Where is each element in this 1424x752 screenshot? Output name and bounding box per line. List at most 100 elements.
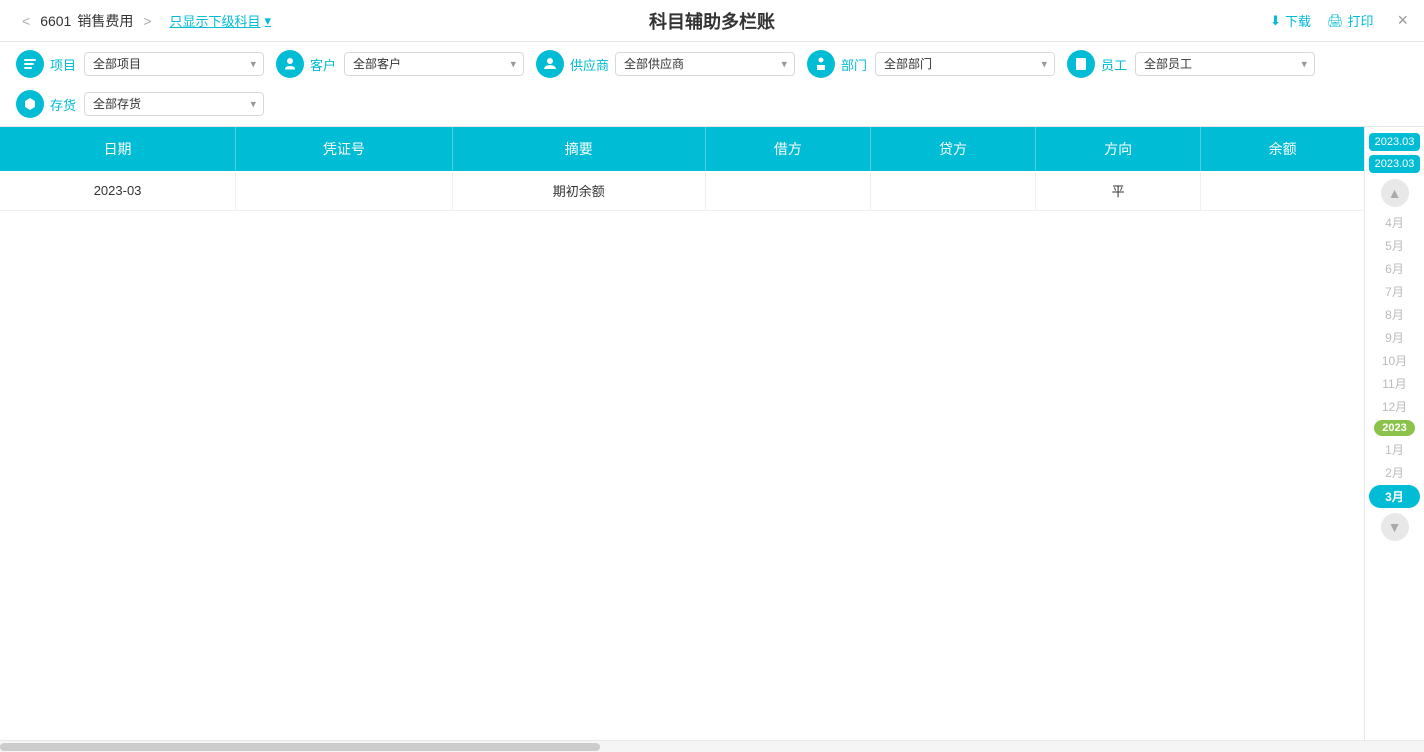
supplier-select-wrapper: 全部供应商 bbox=[615, 52, 795, 76]
account-code-name: 销售费用 bbox=[77, 11, 133, 31]
customer-select-wrapper: 全部客户 bbox=[344, 52, 524, 76]
employee-icon bbox=[1067, 50, 1095, 78]
month-2-label: 2月 bbox=[1385, 464, 1404, 481]
customer-label: 客户 bbox=[310, 55, 338, 74]
print-icon: 🖨 bbox=[1327, 13, 1344, 29]
main-window: < 6601 销售费用 > 只显示下级科目 ▾ 科目辅助多栏账 ⬇ 下载 🖨 打… bbox=[0, 0, 1424, 752]
cell-direction: 平 bbox=[1036, 171, 1201, 211]
timeline-item-2023-03-top2[interactable]: 2023.03 bbox=[1369, 155, 1420, 173]
timeline-11month[interactable]: 11月 bbox=[1365, 372, 1424, 395]
table-area: 日期 凭证号 摘要 借方 贷方 方向 余额 2023-03 期初余额 bbox=[0, 127, 1424, 740]
month-3-label: 3月 bbox=[1385, 488, 1404, 505]
project-select-wrapper: 全部项目 bbox=[84, 52, 264, 76]
customer-select[interactable]: 全部客户 bbox=[344, 52, 524, 76]
show-sub-label: 只显示下级科目 bbox=[170, 11, 261, 30]
department-icon bbox=[807, 50, 835, 78]
department-filter-group: 部门 全部部门 bbox=[807, 50, 1055, 78]
timeline-8month[interactable]: 8月 bbox=[1365, 303, 1424, 326]
scrollbar-thumb[interactable] bbox=[0, 743, 600, 751]
print-button[interactable]: 🖨 打印 bbox=[1327, 11, 1374, 30]
timeline-4month[interactable]: 4月 bbox=[1365, 211, 1424, 234]
nav-prev-button[interactable]: < bbox=[16, 11, 36, 31]
bottom-scrollbar[interactable] bbox=[0, 740, 1424, 752]
year-badge: 2023 bbox=[1374, 420, 1414, 436]
supplier-label: 供应商 bbox=[570, 55, 609, 74]
inventory-select[interactable]: 全部存货 bbox=[84, 92, 264, 116]
month-1-label: 1月 bbox=[1385, 441, 1404, 458]
employee-select-wrapper: 全部员工 bbox=[1135, 52, 1315, 76]
close-button[interactable]: × bbox=[1397, 10, 1408, 31]
month-8-label: 8月 bbox=[1385, 306, 1404, 323]
timeline-down-arrow[interactable]: ▼ bbox=[1381, 513, 1409, 541]
download-label: 下载 bbox=[1285, 11, 1311, 30]
month-12-label: 12月 bbox=[1382, 398, 1407, 415]
download-button[interactable]: ⬇ 下载 bbox=[1270, 11, 1311, 30]
timeline-top1-label: 2023.03 bbox=[1375, 136, 1415, 148]
header-actions: ⬇ 下载 🖨 打印 × bbox=[1270, 10, 1408, 31]
timeline-9month[interactable]: 9月 bbox=[1365, 326, 1424, 349]
page-title: 科目辅助多栏账 bbox=[649, 8, 775, 34]
timeline-panel: 2023.03 2023.03 ▲ 4月 5月 6月 7月 8月 9月 10月 … bbox=[1364, 127, 1424, 740]
print-label: 打印 bbox=[1347, 11, 1373, 30]
ledger-table: 日期 凭证号 摘要 借方 贷方 方向 余额 2023-03 期初余额 bbox=[0, 127, 1364, 211]
col-voucher: 凭证号 bbox=[236, 127, 452, 171]
supplier-select[interactable]: 全部供应商 bbox=[615, 52, 795, 76]
col-summary: 摘要 bbox=[452, 127, 705, 171]
col-direction: 方向 bbox=[1036, 127, 1201, 171]
col-debit: 借方 bbox=[705, 127, 870, 171]
cell-balance bbox=[1201, 171, 1364, 211]
up-arrow-icon: ▲ bbox=[1388, 185, 1402, 201]
project-select[interactable]: 全部项目 bbox=[84, 52, 264, 76]
col-date: 日期 bbox=[0, 127, 236, 171]
timeline-item-2023-03-top1[interactable]: 2023.03 bbox=[1369, 133, 1420, 151]
down-arrow-icon: ▼ bbox=[1388, 519, 1402, 535]
download-icon: ⬇ bbox=[1270, 13, 1281, 29]
customer-icon bbox=[276, 50, 304, 78]
inventory-select-wrapper: 全部存货 bbox=[84, 92, 264, 116]
timeline-12month[interactable]: 12月 bbox=[1365, 395, 1424, 418]
cell-summary: 期初余额 bbox=[452, 171, 705, 211]
month-5-label: 5月 bbox=[1385, 237, 1404, 254]
timeline-10month[interactable]: 10月 bbox=[1365, 349, 1424, 372]
timeline-3month[interactable]: 3月 bbox=[1369, 485, 1420, 508]
department-label: 部门 bbox=[841, 55, 869, 74]
timeline-2month[interactable]: 2月 bbox=[1365, 461, 1424, 484]
account-code: 6601 销售费用 bbox=[40, 11, 133, 31]
employee-select[interactable]: 全部员工 bbox=[1135, 52, 1315, 76]
cell-voucher bbox=[236, 171, 452, 211]
filter-bar: 项目 全部项目 客户 全部客户 供应商 bbox=[0, 42, 1424, 127]
timeline-6month[interactable]: 6月 bbox=[1365, 257, 1424, 280]
department-select-wrapper: 全部部门 bbox=[875, 52, 1055, 76]
nav-next-button[interactable]: > bbox=[137, 11, 157, 31]
inventory-label: 存货 bbox=[50, 95, 78, 114]
col-credit: 贷方 bbox=[870, 127, 1035, 171]
show-sub-filter[interactable]: 只显示下级科目 ▾ bbox=[170, 11, 272, 30]
month-9-label: 9月 bbox=[1385, 329, 1404, 346]
employee-filter-group: 员工 全部员工 bbox=[1067, 50, 1315, 78]
timeline-up-arrow[interactable]: ▲ bbox=[1381, 179, 1409, 207]
timeline-top2-label: 2023.03 bbox=[1375, 158, 1415, 170]
project-icon bbox=[16, 50, 44, 78]
timeline-5month[interactable]: 5月 bbox=[1365, 234, 1424, 257]
cell-credit bbox=[870, 171, 1035, 211]
table-container[interactable]: 日期 凭证号 摘要 借方 贷方 方向 余额 2023-03 期初余额 bbox=[0, 127, 1364, 740]
inventory-icon bbox=[16, 90, 44, 118]
month-7-label: 7月 bbox=[1385, 283, 1404, 300]
col-balance: 余额 bbox=[1201, 127, 1364, 171]
inventory-filter-group: 存货 全部存货 bbox=[16, 90, 264, 118]
project-filter-group: 项目 全部项目 bbox=[16, 50, 264, 78]
cell-debit bbox=[705, 171, 870, 211]
cell-date: 2023-03 bbox=[0, 171, 236, 211]
supplier-filter-group: 供应商 全部供应商 bbox=[536, 50, 795, 78]
month-4-label: 4月 bbox=[1385, 214, 1404, 231]
month-6-label: 6月 bbox=[1385, 260, 1404, 277]
timeline-7month[interactable]: 7月 bbox=[1365, 280, 1424, 303]
show-sub-arrow-icon: ▾ bbox=[265, 13, 272, 29]
supplier-icon bbox=[536, 50, 564, 78]
employee-label: 员工 bbox=[1101, 55, 1129, 74]
timeline-1month[interactable]: 1月 bbox=[1365, 438, 1424, 461]
account-code-number: 6601 bbox=[40, 13, 71, 29]
table-header-row: 日期 凭证号 摘要 借方 贷方 方向 余额 bbox=[0, 127, 1364, 171]
month-10-label: 10月 bbox=[1382, 352, 1407, 369]
department-select[interactable]: 全部部门 bbox=[875, 52, 1055, 76]
